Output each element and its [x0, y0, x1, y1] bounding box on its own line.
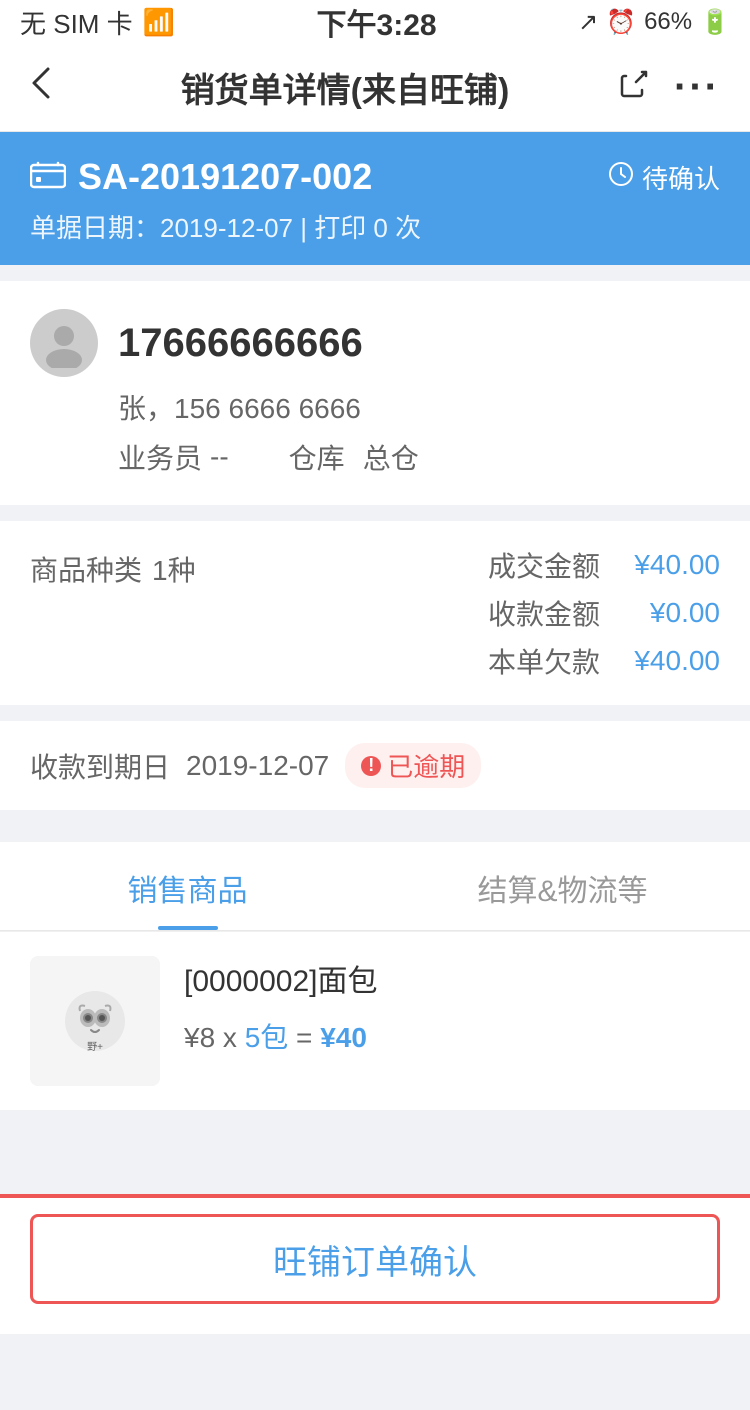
status-bar-right: ↗ ⏰ 66% 🔋 [578, 8, 730, 37]
more-icon[interactable]: ··· [674, 65, 720, 110]
product-qty: 5包 [245, 1022, 289, 1053]
status-bar-left: 无 SIM 卡 📶 [20, 4, 175, 41]
stats-section: 商品种类 1种 成交金额 ¥40.00 收款金额 ¥0.00 本单欠款 ¥40.… [0, 521, 750, 705]
battery-label: 66% [644, 8, 692, 36]
order-status: 待确认 [608, 159, 720, 196]
warehouse-item: 仓库 总仓 [289, 437, 419, 477]
divider-1 [0, 265, 750, 281]
status-bar: 无 SIM 卡 📶 下午3:28 ↗ ⏰ 66% 🔋 [0, 0, 750, 44]
share-icon[interactable] [618, 67, 650, 109]
equals-sign: = [288, 1022, 320, 1053]
page-title: 销货单详情(来自旺铺) [72, 63, 618, 112]
bottom-bar: 旺铺订单确认 [0, 1194, 750, 1334]
product-name: [0000002]面包 [184, 956, 720, 1000]
product-thumbnail: 野+ [30, 956, 160, 1086]
overdue-text: 已逾期 [387, 747, 465, 784]
overdue-dot-icon: ! [361, 756, 381, 776]
order-id-icon [30, 156, 66, 198]
divider-2 [0, 826, 750, 842]
debt-amount-label: 本单欠款 [488, 641, 600, 681]
product-total: ¥40 [320, 1022, 367, 1053]
received-amount-label: 收款金额 [488, 593, 600, 633]
order-header: SA-20191207-002 待确认 单据日期：2019-12-07 | 打印… [0, 132, 750, 265]
product-types-value: 1种 [152, 549, 196, 589]
customer-name-phone: 张，156 6666 6666 [30, 387, 720, 427]
svg-text:野+: 野+ [87, 1041, 103, 1053]
price-formula: ¥8 x [184, 1022, 245, 1053]
received-amount-row: 收款金额 ¥0.00 [488, 593, 720, 633]
debt-amount-row: 本单欠款 ¥40.00 [488, 641, 720, 681]
debt-amount-value: ¥40.00 [620, 645, 720, 677]
overdue-badge: ! 已逾期 [345, 743, 481, 788]
financial-stats: 成交金额 ¥40.00 收款金额 ¥0.00 本单欠款 ¥40.00 [488, 545, 720, 681]
customer-meta: 业务员 -- 仓库 总仓 [30, 437, 720, 477]
product-types: 商品种类 1种 [30, 545, 488, 589]
customer-phone: 17666666666 [118, 321, 363, 366]
alarm-icon: ⏰ [606, 8, 636, 37]
deal-amount-value: ¥40.00 [620, 549, 720, 581]
product-price: ¥8 x 5包 = ¥40 [184, 1016, 720, 1056]
sales-person-item: 业务员 -- [118, 437, 229, 477]
back-button[interactable] [30, 65, 72, 111]
sales-person-label: 业务员 [118, 437, 202, 477]
product-info: [0000002]面包 ¥8 x 5包 = ¥40 [184, 956, 720, 1056]
clock-icon [608, 161, 634, 194]
order-id-text: SA-20191207-002 [78, 156, 372, 198]
customer-section: 17666666666 张，156 6666 6666 业务员 -- 仓库 总仓 [0, 281, 750, 505]
no-sim-label: 无 SIM 卡 [20, 4, 133, 41]
nav-bar: 销货单详情(来自旺铺) ··· [0, 44, 750, 132]
sales-person-value: -- [210, 441, 229, 473]
tabs-container: 销售商品 结算&物流等 [0, 842, 750, 931]
deal-amount-label: 成交金额 [488, 545, 600, 585]
due-section: 收款到期日 2019-12-07 ! 已逾期 [0, 721, 750, 810]
order-id: SA-20191207-002 [30, 156, 372, 198]
order-date: 单据日期：2019-12-07 | 打印 0 次 [30, 208, 720, 245]
tab-products[interactable]: 销售商品 [0, 842, 375, 930]
confirm-order-button[interactable]: 旺铺订单确认 [30, 1214, 720, 1304]
due-date-label: 收款到期日 [30, 746, 170, 786]
product-types-label: 商品种类 [30, 549, 142, 589]
wifi-icon: 📶 [143, 7, 175, 38]
battery-icon: 🔋 [700, 8, 730, 37]
due-date-value: 2019-12-07 [186, 750, 329, 782]
warehouse-value: 总仓 [363, 437, 419, 477]
product-item: 野+ [0000002]面包 ¥8 x 5包 = ¥40 [0, 931, 750, 1110]
received-amount-value: ¥0.00 [620, 597, 720, 629]
tab-settlement-label: 结算&物流等 [477, 875, 647, 908]
status-bar-time: 下午3:28 [317, 0, 437, 44]
avatar [30, 309, 98, 377]
status-text: 待确认 [642, 159, 720, 196]
tab-products-label: 销售商品 [128, 875, 248, 908]
tab-settlement[interactable]: 结算&物流等 [375, 842, 750, 930]
warehouse-label: 仓库 [289, 437, 345, 477]
location-icon: ↗ [578, 8, 598, 37]
deal-amount-row: 成交金额 ¥40.00 [488, 545, 720, 585]
nav-actions: ··· [618, 65, 720, 110]
